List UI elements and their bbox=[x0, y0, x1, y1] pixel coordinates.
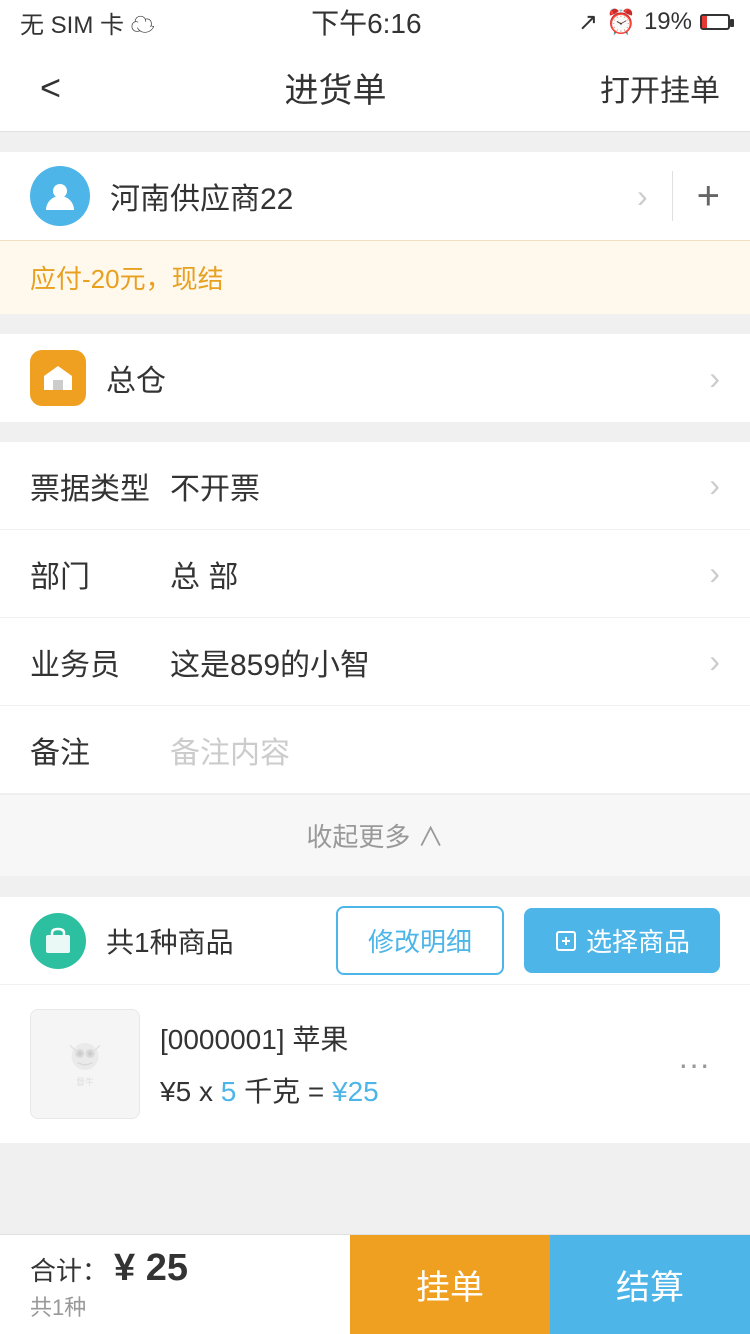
product-more-button[interactable]: ··· bbox=[668, 1036, 720, 1093]
open-pending-button[interactable]: 打开挂单 bbox=[600, 66, 720, 110]
settle-button[interactable]: 结算 bbox=[550, 1235, 750, 1334]
select-product-button[interactable]: 选择商品 bbox=[524, 908, 720, 973]
product-info: [0000001] 苹果 ¥5 x 5 千克 = ¥25 bbox=[160, 1018, 648, 1110]
select-product-label: 选择商品 bbox=[586, 922, 690, 959]
product-section: 共1种商品 修改明细 选择商品 督牛 bbox=[0, 896, 750, 1143]
section-gap-4 bbox=[0, 876, 750, 896]
warehouse-section: 总仓 › bbox=[0, 334, 750, 422]
warehouse-chevron-icon: › bbox=[709, 360, 720, 397]
supplier-row: 河南供应商22 › + bbox=[0, 152, 750, 240]
status-left: 无 SIM 卡 ☁ bbox=[20, 5, 155, 40]
supplier-section: 河南供应商22 › + 应付-20元，现结 bbox=[0, 152, 750, 314]
battery-level: 19% bbox=[644, 8, 692, 36]
supplier-divider bbox=[672, 171, 673, 221]
supplier-avatar bbox=[30, 166, 90, 226]
total-price: ¥25 bbox=[332, 1076, 379, 1107]
section-gap-2 bbox=[0, 314, 750, 334]
section-gap-3 bbox=[0, 422, 750, 442]
multiply-sign: x bbox=[199, 1076, 221, 1107]
product-count: 共1种商品 bbox=[106, 921, 316, 961]
supplier-name[interactable]: 河南供应商22 bbox=[110, 174, 637, 218]
product-pricing: ¥5 x 5 千克 = ¥25 bbox=[160, 1070, 648, 1110]
warehouse-name: 总仓 bbox=[106, 356, 709, 400]
ticket-type-label: 票据类型 bbox=[30, 464, 170, 508]
ticket-type-row[interactable]: 票据类型 不开票 › bbox=[0, 442, 750, 530]
svg-text:督牛: 督牛 bbox=[76, 1076, 94, 1087]
alarm-icon: ⏰ bbox=[606, 8, 636, 37]
total-sub: 共1种 bbox=[30, 1290, 320, 1322]
unit-price: ¥5 bbox=[160, 1076, 191, 1107]
sim-status: 无 SIM 卡 ☁ bbox=[20, 5, 155, 40]
total-label: 合计： bbox=[30, 1251, 108, 1288]
hang-order-button[interactable]: 挂单 bbox=[350, 1235, 550, 1334]
ticket-type-chevron-icon: › bbox=[709, 467, 720, 504]
salesman-chevron-icon: › bbox=[709, 643, 720, 680]
warehouse-row[interactable]: 总仓 › bbox=[0, 334, 750, 422]
remark-row[interactable]: 备注 备注内容 bbox=[0, 706, 750, 794]
total-amount: ¥ 25 bbox=[114, 1247, 188, 1290]
page-title: 进货单 bbox=[285, 63, 387, 112]
footer: 合计： ¥ 25 共1种 挂单 结算 bbox=[0, 1234, 750, 1334]
remark-label: 备注 bbox=[30, 728, 170, 772]
salesman-label: 业务员 bbox=[30, 640, 170, 684]
quantity: 5 bbox=[221, 1076, 237, 1107]
equals-sign: = bbox=[308, 1076, 332, 1107]
supplier-notice: 应付-20元，现结 bbox=[0, 240, 750, 314]
collapse-bar[interactable]: 收起更多 ∧ bbox=[0, 794, 750, 876]
location-icon: ↗ bbox=[578, 8, 598, 37]
footer-total: 合计： ¥ 25 共1种 bbox=[0, 1235, 350, 1334]
product-section-icon bbox=[30, 913, 86, 969]
edit-detail-button[interactable]: 修改明细 bbox=[336, 906, 504, 975]
warehouse-icon bbox=[30, 350, 86, 406]
nav-bar: < 进货单 打开挂单 bbox=[0, 44, 750, 132]
add-supplier-button[interactable]: + bbox=[697, 174, 720, 219]
department-label: 部门 bbox=[30, 552, 170, 596]
form-section: 票据类型 不开票 › 部门 总 部 › 业务员 这是859的小智 › 备注 备注… bbox=[0, 442, 750, 794]
status-right: ↗ ⏰ 19% bbox=[578, 8, 730, 37]
ticket-type-value: 不开票 bbox=[170, 464, 709, 508]
product-code: [0000001] bbox=[160, 1024, 285, 1055]
battery-icon bbox=[700, 14, 730, 30]
product-title-text: 苹果 bbox=[292, 1024, 348, 1055]
product-thumbnail: 督牛 bbox=[30, 1009, 140, 1119]
remark-value[interactable]: 备注内容 bbox=[170, 728, 720, 772]
product-name: [0000001] 苹果 bbox=[160, 1018, 648, 1058]
department-chevron-icon: › bbox=[709, 555, 720, 592]
salesman-row[interactable]: 业务员 这是859的小智 › bbox=[0, 618, 750, 706]
department-row[interactable]: 部门 总 部 › bbox=[0, 530, 750, 618]
back-button[interactable]: < bbox=[30, 57, 71, 119]
product-header: 共1种商品 修改明细 选择商品 bbox=[0, 896, 750, 984]
supplier-chevron-icon: › bbox=[637, 178, 648, 215]
salesman-value: 这是859的小智 bbox=[170, 640, 709, 684]
product-item: 督牛 [0000001] 苹果 ¥5 x 5 千克 = ¥25 ··· bbox=[0, 984, 750, 1143]
department-value: 总 部 bbox=[170, 552, 709, 596]
unit: 千克 bbox=[244, 1076, 300, 1107]
status-bar: 无 SIM 卡 ☁ 下午6:16 ↗ ⏰ 19% bbox=[0, 0, 750, 44]
section-gap-1 bbox=[0, 132, 750, 152]
status-time: 下午6:16 bbox=[311, 2, 422, 42]
